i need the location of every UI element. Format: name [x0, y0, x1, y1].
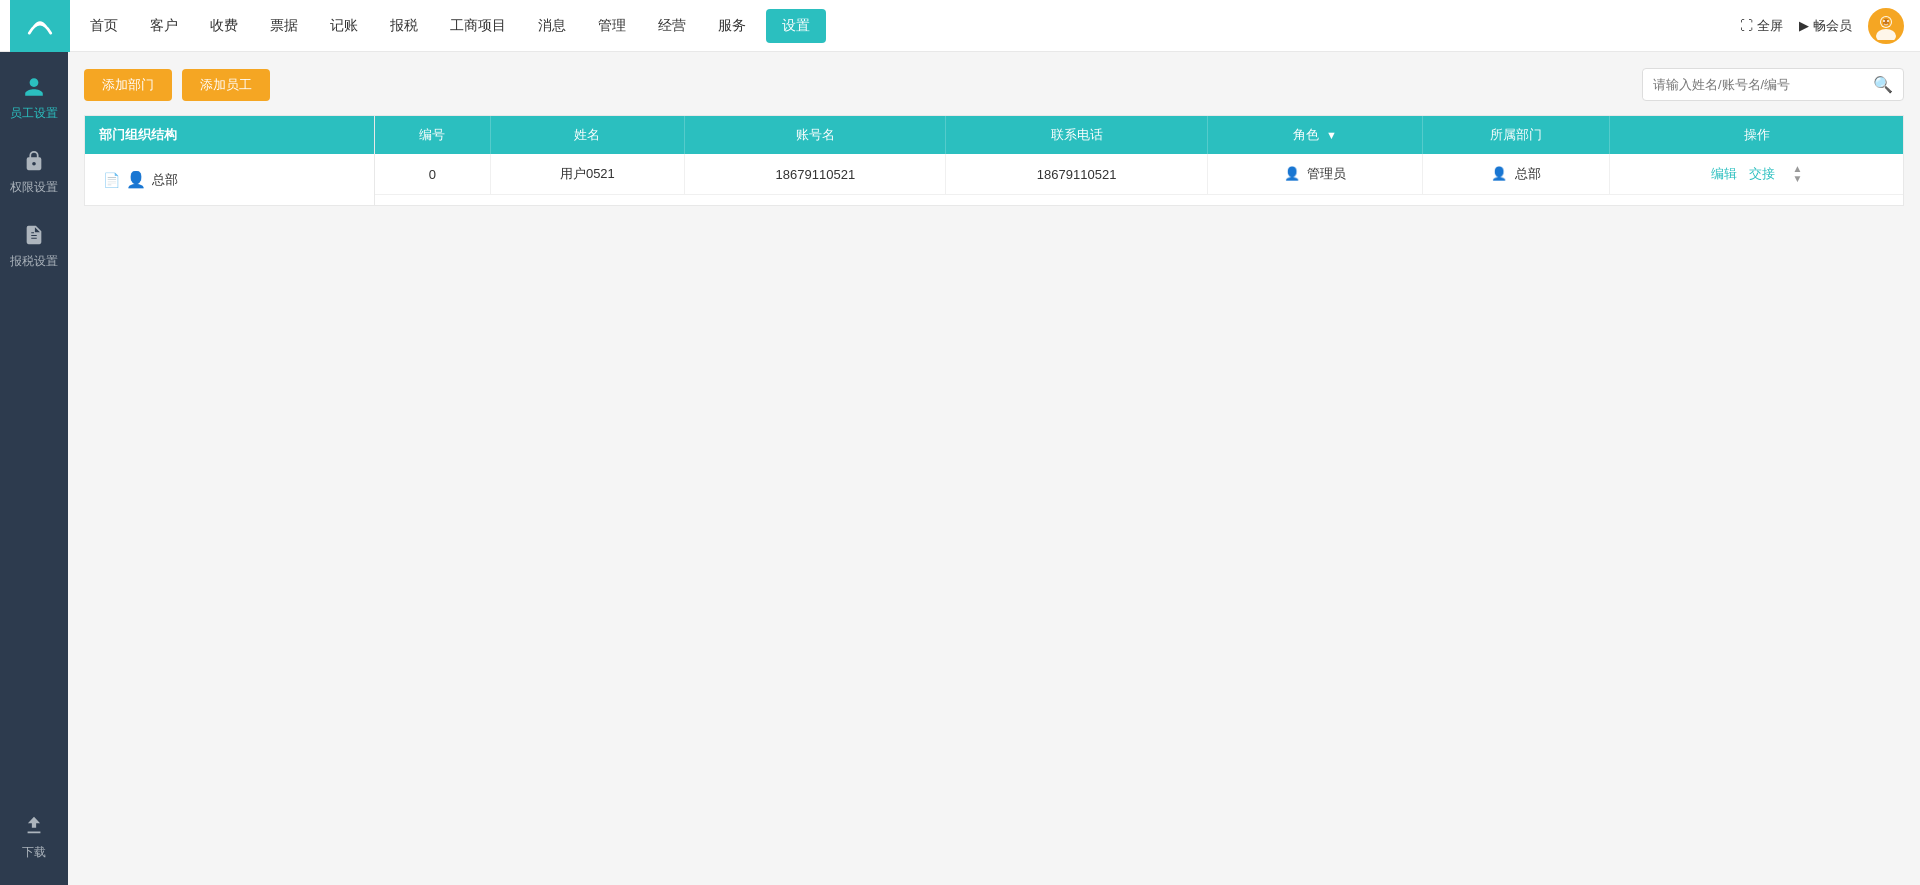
col-header-account: 账号名	[685, 116, 946, 154]
nav-item-tax[interactable]: 报税	[374, 0, 434, 51]
nav-item-home[interactable]: 首页	[74, 0, 134, 51]
role-user-icon: 👤	[1284, 166, 1300, 181]
nav-item-settings[interactable]: 设置	[766, 9, 826, 43]
col-header-action: 操作	[1610, 116, 1903, 154]
sidebar-bottom-label: 下载	[22, 844, 46, 861]
sidebar-item-tax-label: 报税设置	[10, 253, 58, 270]
nav-item-invoice[interactable]: 票据	[254, 0, 314, 51]
nav-item-accounting[interactable]: 记账	[314, 0, 374, 51]
dept-item-headquarters[interactable]: 📄 👤 总部	[99, 164, 360, 195]
cell-dept: 👤 总部	[1423, 154, 1610, 195]
dept-item-name: 总部	[152, 171, 178, 189]
cell-action: 编辑 交接 ▲ ▼	[1610, 154, 1903, 195]
tax-settings-icon	[23, 224, 45, 249]
col-header-id: 编号	[375, 116, 490, 154]
dept-user-icon-row: 👤	[1491, 166, 1507, 181]
nav-items: 首页 客户 收费 票据 记账 报税 工商项目 消息 管理 经营 服务 设置	[74, 0, 830, 51]
dept-panel: 部门组织结构 📄 👤 总部	[85, 116, 375, 205]
cell-id: 0	[375, 154, 490, 195]
col-header-name: 姓名	[490, 116, 685, 154]
table-body: 0 用户0521 18679110521 18679110521 👤 管理员 👤…	[375, 154, 1903, 195]
sidebar-item-tax-settings[interactable]: 报税设置	[0, 210, 68, 284]
nav-item-fee[interactable]: 收费	[194, 0, 254, 51]
svg-point-1	[1876, 29, 1896, 40]
scroll-down-icon[interactable]: ▼	[1793, 174, 1803, 184]
cell-name: 用户0521	[490, 154, 685, 195]
dept-panel-header: 部门组织结构	[85, 116, 374, 154]
top-nav: 首页 客户 收费 票据 记账 报税 工商项目 消息 管理 经营 服务 设置 ⛶ …	[0, 0, 1920, 52]
data-table: 编号 姓名 账号名 联系电话 角色 ▼ 所属部门 操作	[375, 116, 1903, 195]
fullscreen-label: 全屏	[1757, 17, 1783, 35]
vip-icon: ▶	[1799, 18, 1809, 33]
table-row: 0 用户0521 18679110521 18679110521 👤 管理员 👤…	[375, 154, 1903, 195]
table-header-row: 编号 姓名 账号名 联系电话 角色 ▼ 所属部门 操作	[375, 116, 1903, 154]
permission-icon	[23, 150, 45, 175]
sidebar-item-employee[interactable]: 员工设置	[0, 62, 68, 136]
vip-btn[interactable]: ▶ 畅会员	[1799, 17, 1852, 35]
search-icon: 🔍	[1873, 76, 1893, 93]
sidebar: 员工设置 权限设置 报税设置 下载	[0, 52, 68, 885]
data-panel: 编号 姓名 账号名 联系电话 角色 ▼ 所属部门 操作	[375, 116, 1903, 205]
col-header-role: 角色 ▼	[1207, 116, 1423, 154]
main-layout: 员工设置 权限设置 报税设置 下载 添加部门 添加员工	[0, 52, 1920, 885]
role-filter-icon[interactable]: ▼	[1326, 129, 1337, 141]
svg-point-5	[1887, 20, 1889, 22]
col-header-phone: 联系电话	[946, 116, 1207, 154]
col-header-dept: 所属部门	[1423, 116, 1610, 154]
search-input[interactable]	[1643, 71, 1863, 98]
dept-tree: 📄 👤 总部	[85, 154, 374, 205]
dept-user-icon: 👤	[126, 170, 146, 189]
nav-item-manage[interactable]: 管理	[582, 0, 642, 51]
cell-phone: 18679110521	[946, 154, 1207, 195]
table-wrapper: 部门组织结构 📄 👤 总部 编号 姓名 账号名	[84, 115, 1904, 206]
nav-item-client[interactable]: 客户	[134, 0, 194, 51]
nav-logo	[10, 0, 70, 52]
nav-item-message[interactable]: 消息	[522, 0, 582, 51]
cell-role: 👤 管理员	[1207, 154, 1423, 195]
content: 添加部门 添加员工 🔍 部门组织结构 📄 👤 总部	[68, 52, 1920, 885]
action-scroll: ▲ ▼	[1793, 164, 1803, 184]
dept-file-icon: 📄	[103, 172, 120, 188]
cell-account: 18679110521	[685, 154, 946, 195]
avatar[interactable]	[1868, 8, 1904, 44]
nav-item-operation[interactable]: 经营	[642, 0, 702, 51]
action-cell: 编辑 交接 ▲ ▼	[1618, 164, 1895, 184]
add-employee-button[interactable]: 添加员工	[182, 69, 270, 101]
edit-button[interactable]: 编辑	[1711, 165, 1737, 183]
sidebar-item-employee-label: 员工设置	[10, 105, 58, 122]
employee-icon	[23, 76, 45, 101]
fullscreen-btn[interactable]: ⛶ 全屏	[1740, 17, 1783, 35]
svg-point-4	[1883, 20, 1885, 22]
search-box: 🔍	[1642, 68, 1904, 101]
nav-item-business[interactable]: 工商项目	[434, 0, 522, 51]
fullscreen-icon: ⛶	[1740, 18, 1753, 33]
sidebar-item-download[interactable]: 下载	[0, 801, 68, 875]
vip-label: 畅会员	[1813, 17, 1852, 35]
sidebar-item-permission[interactable]: 权限设置	[0, 136, 68, 210]
nav-right: ⛶ 全屏 ▶ 畅会员	[1740, 8, 1920, 44]
sidebar-item-permission-label: 权限设置	[10, 179, 58, 196]
add-dept-button[interactable]: 添加部门	[84, 69, 172, 101]
nav-item-service[interactable]: 服务	[702, 0, 762, 51]
download-icon	[23, 815, 45, 840]
toolbar: 添加部门 添加员工 🔍	[84, 68, 1904, 101]
search-button[interactable]: 🔍	[1863, 69, 1903, 100]
transfer-button[interactable]: 交接	[1749, 165, 1775, 183]
